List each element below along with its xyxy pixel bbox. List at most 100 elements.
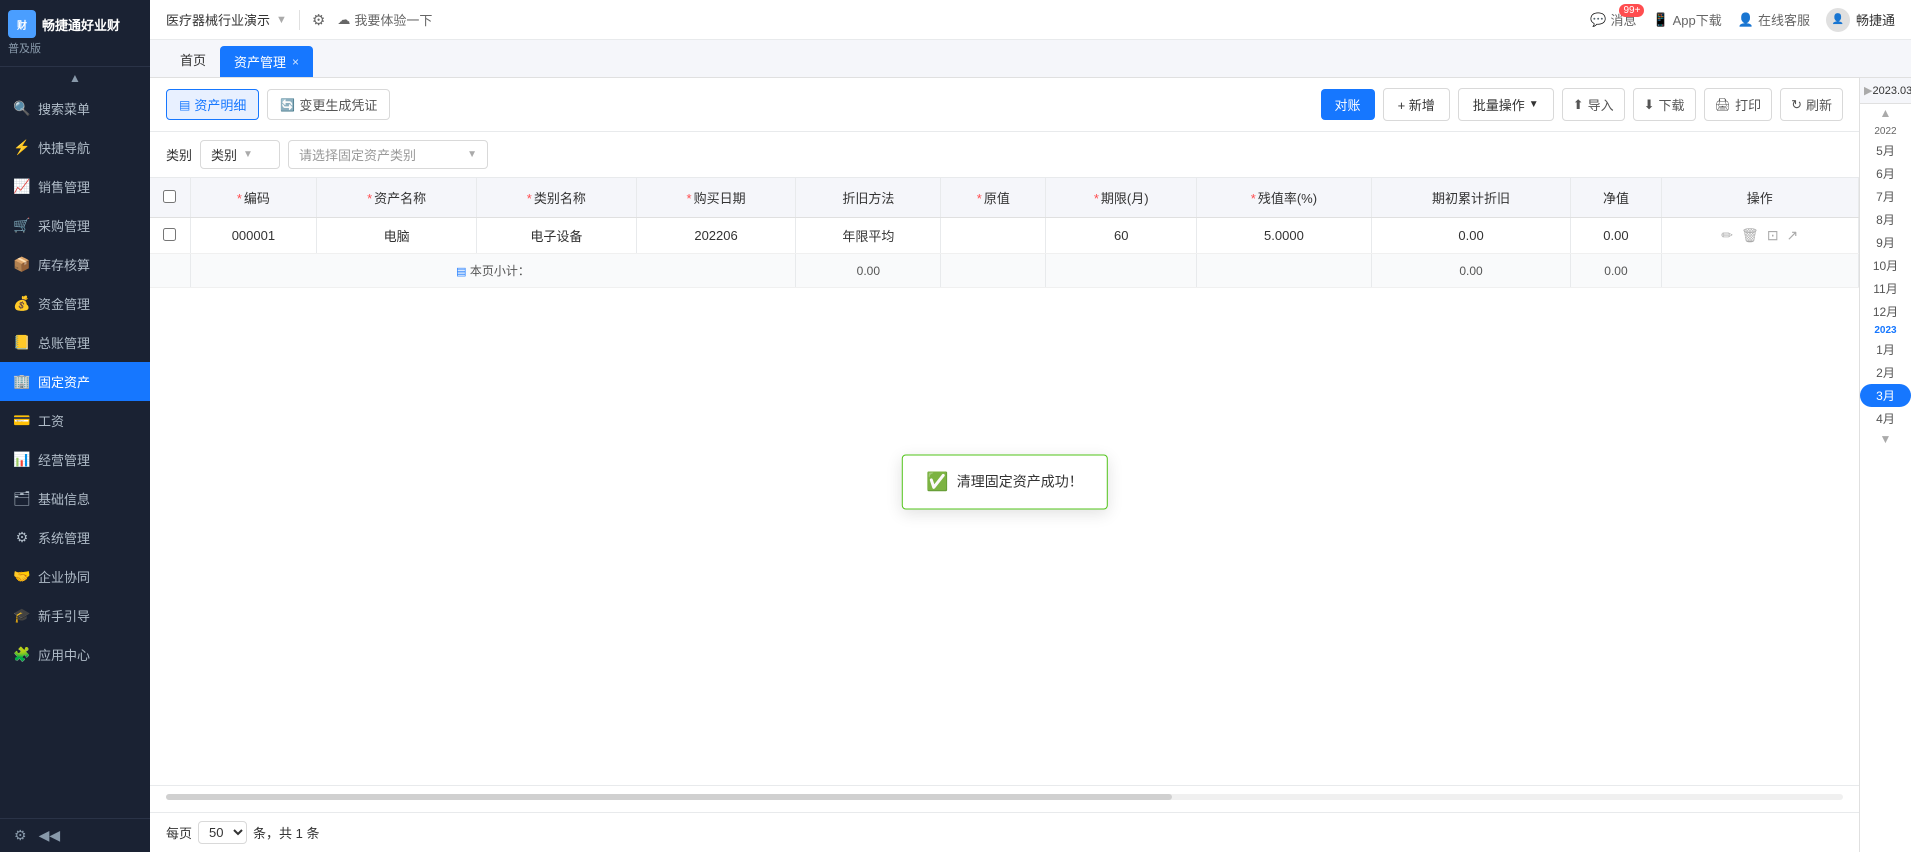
piliang-button[interactable]: 批量操作 ▼ [1458,88,1554,121]
app-edition: 普及版 [8,40,142,56]
calendar-header: ▶ 2023.03 ✕ [1860,78,1911,104]
settings-icon[interactable]: ⚙ [14,827,27,844]
sidebar-item-app-center[interactable]: 🧩 应用中心 [0,635,150,674]
message-button[interactable]: 💬 消息 99+ [1590,10,1636,29]
per-page-select[interactable]: 50 [198,821,247,844]
panel-toggle-left[interactable]: ▶ [1864,84,1872,97]
col-net-value: 净值 [1571,178,1661,218]
month-2022-12[interactable]: 12月 [1860,300,1911,323]
sidebar-item-guide[interactable]: 🎓 新手引导 [0,596,150,635]
month-2022-5[interactable]: 5月 [1860,139,1911,162]
tab-change-voucher[interactable]: 🔄 变更生成凭证 [267,89,390,120]
piliang-label: 批量操作 [1473,95,1525,114]
month-2023-2[interactable]: 2月 [1860,361,1911,384]
month-2023-4[interactable]: 4月 [1860,407,1911,430]
sidebar-item-quick-nav[interactable]: ⚡ 快捷导航 [0,128,150,167]
collapse-icon[interactable]: ◀◀ [39,827,61,844]
sub-toolbar: ▤ 资产明细 🔄 变更生成凭证 对账 + 新增 批量操作 ▼ [150,78,1859,132]
category-select[interactable]: 请选择固定资产类别 ▼ [288,140,488,169]
asset-table-container: *编码 *资产名称 *类别名称 *购买日期 折旧方法 *原值 *期限(月) *残… [150,178,1859,785]
duizhang-button[interactable]: 对账 [1321,89,1375,120]
tab-asset-management[interactable]: 资产管理 × [220,46,313,77]
sidebar-item-quick-nav-label: 快捷导航 [38,138,90,157]
month-2022-8[interactable]: 8月 [1860,208,1911,231]
tab-asset-detail[interactable]: ▤ 资产明细 [166,89,259,120]
subtotal-original: 0.00 [796,254,941,288]
app-center-icon: 🧩 [14,647,30,663]
asset-detail-icon: ▤ [179,98,190,112]
sidebar-item-guide-label: 新手引导 [38,606,90,625]
table-row: 000001 电脑 电子设备 202206 年限平均 60 5.0000 0.0… [150,218,1859,254]
tab-asset-detail-label: 资产明细 [194,95,246,114]
month-2022-9[interactable]: 9月 [1860,231,1911,254]
row-purchase-date: 202206 [636,218,796,254]
service-icon: 👤 [1738,12,1754,28]
calendar-scroll-up[interactable]: ▲ [1880,104,1892,122]
app-logo: 财 畅捷通好业财 [8,10,142,38]
sidebar-item-enterprise[interactable]: 🤝 企业协同 [0,557,150,596]
sidebar-item-basic-info[interactable]: 🗂 基础信息 [0,479,150,518]
avatar: 👤 [1826,8,1850,32]
subtotal-net: 0.00 [1571,254,1661,288]
month-2022-10[interactable]: 10月 [1860,254,1911,277]
subtotal-empty-5 [1661,254,1858,288]
sidebar-item-purchase[interactable]: 🛒 采购管理 [0,206,150,245]
sidebar-item-capital-label: 资金管理 [38,294,90,313]
tab-home[interactable]: 首页 [166,44,220,77]
category-type-select[interactable]: 类别 ▼ [200,140,280,169]
cloud-icon: ☁ [337,12,350,28]
sidebar-nav: 🔍 搜索菜单 ⚡ 快捷导航 📈 销售管理 🛒 采购管理 📦 库存核算 💰 资金管… [0,89,150,818]
subtotal-label: 本页小计： [470,264,530,278]
sidebar-scroll-up[interactable]: ▲ [0,67,150,89]
ledger-icon: 📒 [14,335,30,351]
dayin-button[interactable]: 🖨 打印 [1704,88,1773,121]
experience-button[interactable]: ☁ 我要体验一下 [337,10,432,29]
edit-icon[interactable]: ✏ [1721,227,1733,244]
month-2023-3[interactable]: 3月 [1860,384,1911,407]
pagination-bar: 每页 50 条，共 1 条 [150,812,1859,852]
company-dropdown-icon: ▼ [276,14,287,26]
select-all-checkbox[interactable] [163,190,176,203]
sidebar-item-payroll[interactable]: 💳 工资 [0,401,150,440]
month-2023-1[interactable]: 1月 [1860,338,1911,361]
enterprise-icon: 🤝 [14,569,30,585]
sidebar-item-capital[interactable]: 💰 资金管理 [0,284,150,323]
topbar-gear-button[interactable]: ⚙ [312,11,325,29]
company-selector[interactable]: 医疗器械行业演示 ▼ [166,10,287,29]
sidebar-item-sys-mgmt[interactable]: ⚙ 系统管理 [0,518,150,557]
app-download-button[interactable]: 📱 App下载 [1652,10,1721,29]
month-2022-6[interactable]: 6月 [1860,162,1911,185]
row-checkbox[interactable] [163,228,176,241]
delete-icon[interactable]: 🗑 [1741,227,1759,244]
tab-close-button[interactable]: × [292,55,299,69]
col-purchase-date: *购买日期 [636,178,796,218]
xiazai-button[interactable]: ⬇ 下载 [1633,88,1696,121]
select-all-checkbox-header[interactable] [150,178,190,218]
experience-label: 我要体验一下 [354,10,432,29]
horizontal-scrollbar[interactable] [166,794,1843,800]
tab-asset-management-label: 资产管理 [234,52,286,71]
month-2022-11[interactable]: 11月 [1860,277,1911,300]
calendar-body: ▲ 2022 5月 6月 7月 8月 9月 10月 11月 12月 2023 1… [1860,104,1911,852]
sidebar-item-search[interactable]: 🔍 搜索菜单 [0,89,150,128]
scrollbar-thumb[interactable] [166,794,1172,800]
sidebar-item-sales[interactable]: 📈 销售管理 [0,167,150,206]
more-icon[interactable]: ↗ [1787,227,1799,244]
sidebar-item-fixed-assets[interactable]: 🏢 固定资产 [0,362,150,401]
total-info: 条，共 1 条 [253,823,319,842]
sidebar-item-ledger[interactable]: 📒 总账管理 [0,323,150,362]
sidebar-item-ops-mgmt-label: 经营管理 [38,450,90,469]
calendar-scroll-down[interactable]: ▼ [1880,430,1892,448]
copy-icon[interactable]: ⊡ [1767,227,1779,244]
sidebar-item-inventory[interactable]: 📦 库存核算 [0,245,150,284]
online-service-button[interactable]: 👤 在线客服 [1738,10,1810,29]
user-profile-button[interactable]: 👤 畅捷通 [1826,8,1895,32]
row-checkbox-cell[interactable] [150,218,190,254]
daoru-button[interactable]: ⬆ 导入 [1562,88,1625,121]
shuaxin-button[interactable]: ↻ 刷新 [1780,88,1843,121]
per-page-label: 每页 [166,823,192,842]
xinjian-button[interactable]: + 新增 [1383,88,1450,121]
sidebar-item-ops-mgmt[interactable]: 📊 经营管理 [0,440,150,479]
main-content: 医疗器械行业演示 ▼ ⚙ ☁ 我要体验一下 💬 消息 99+ 📱 App下载 👤… [150,0,1911,852]
month-2022-7[interactable]: 7月 [1860,185,1911,208]
